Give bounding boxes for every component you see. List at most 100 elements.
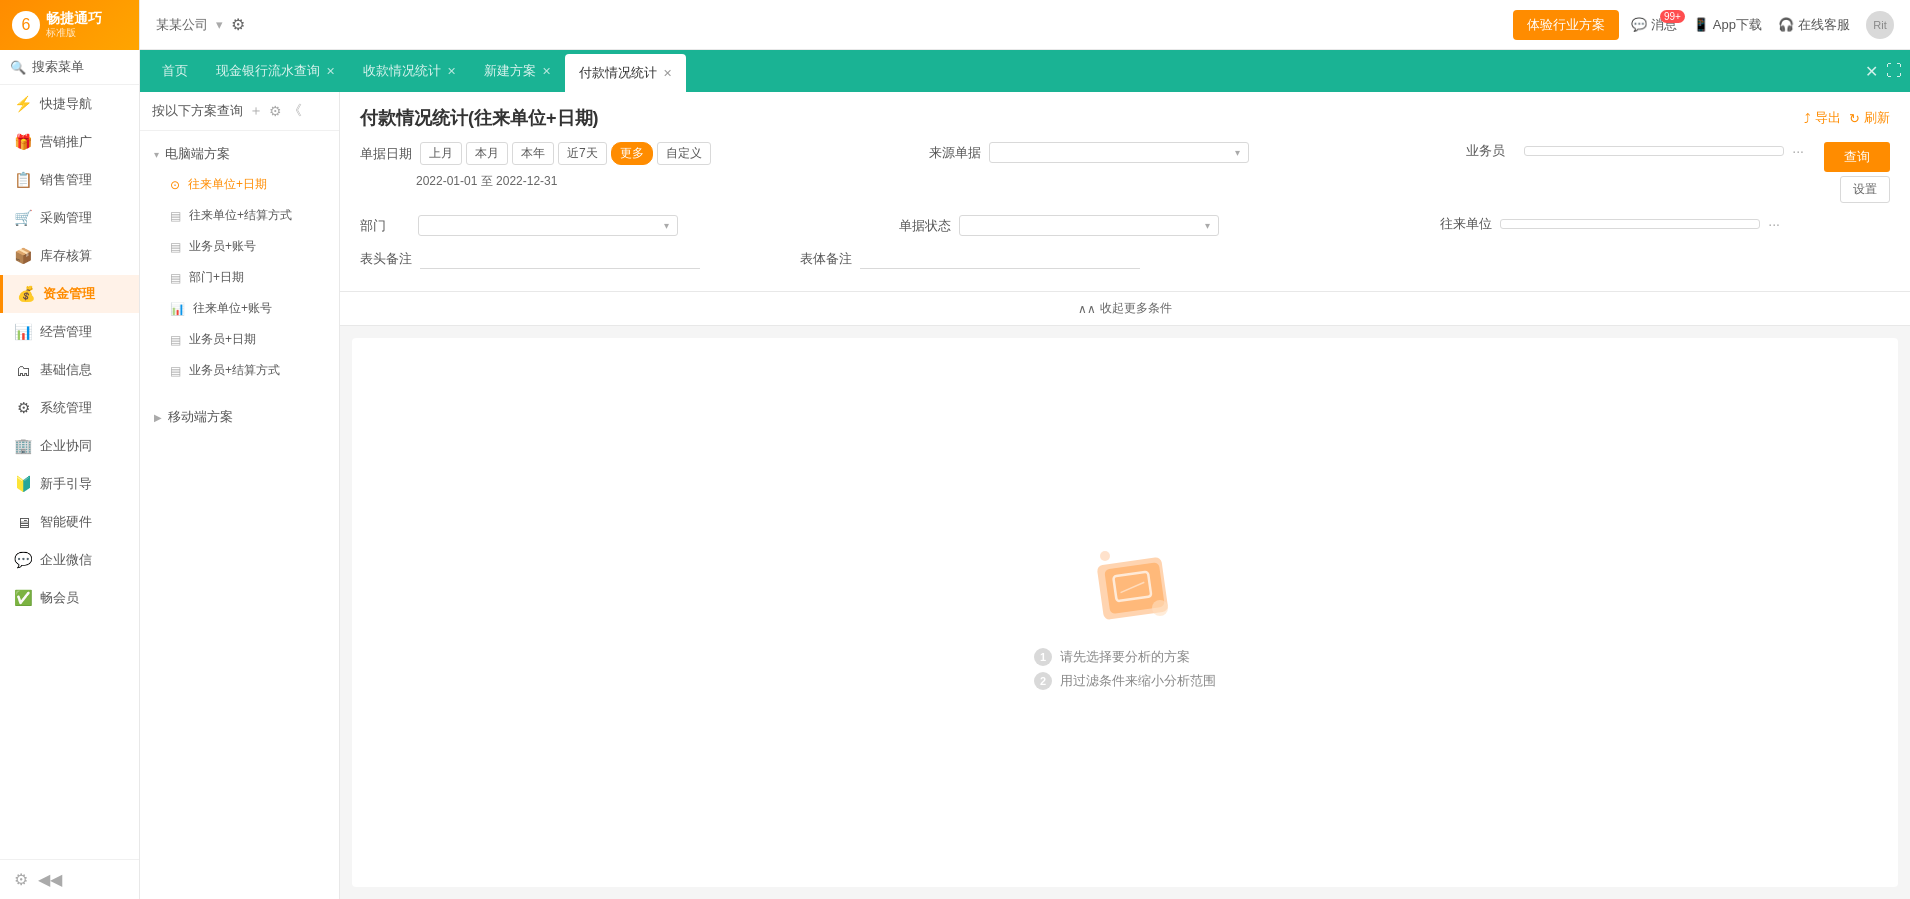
collapse-panel-icon[interactable]: 《 (288, 102, 302, 120)
dropdown-arrow-icon[interactable]: ▾ (216, 17, 223, 32)
refresh-btn[interactable]: ↻ 刷新 (1849, 109, 1890, 127)
phone-icon: 📱 (1693, 17, 1709, 32)
system-icon: ⚙ (14, 399, 32, 417)
purchase-icon: 🛒 (14, 209, 32, 227)
settings-gear-icon[interactable]: ⚙ (14, 870, 28, 889)
sidebar-item-guide[interactable]: 🔰 新手引导 (0, 465, 139, 503)
dept-label: 部门 (360, 217, 410, 235)
corp-icon: 🏢 (14, 437, 32, 455)
app-download[interactable]: 📱 App下载 (1693, 16, 1762, 34)
close-tab-icon[interactable]: ✕ (1865, 62, 1878, 81)
sidebar-item-label: 企业微信 (40, 551, 92, 569)
finance-icon: 💰 (17, 285, 35, 303)
date-label: 单据日期 (360, 145, 412, 163)
scheme-item-salesperson-date[interactable]: ▤ 业务员+日期 (140, 324, 339, 355)
collapse-conditions-btn[interactable]: ∧∧ 收起更多条件 (1078, 300, 1172, 317)
sidebar-nav: ⚡ 快捷导航 🎁 营销推广 📋 销售管理 🛒 采购管理 📦 库存核算 💰 资金管… (0, 85, 139, 859)
sidebar-item-base[interactable]: 🗂 基础信息 (0, 351, 139, 389)
tab-payment[interactable]: 付款情况统计 ✕ (565, 54, 686, 92)
online-service-label: 在线客服 (1798, 16, 1850, 34)
scheme-header: 按以下方案查询 ＋ ⚙ 《 (140, 92, 339, 131)
tab-home[interactable]: 首页 (148, 50, 202, 92)
sidebar-item-quick-nav[interactable]: ⚡ 快捷导航 (0, 85, 139, 123)
more-btn[interactable]: 更多 (611, 142, 653, 165)
sidebar-item-vip[interactable]: ✅ 畅会员 (0, 579, 139, 617)
source-label: 来源单据 (929, 144, 981, 162)
date-range-text: 2022-01-01 至 2022-12-31 (416, 173, 557, 190)
this-month-btn[interactable]: 本月 (466, 142, 508, 165)
scheme-label: 业务员+结算方式 (189, 362, 280, 379)
sidebar-item-weixin[interactable]: 💬 企业微信 (0, 541, 139, 579)
scheme-active-icon: ⊙ (170, 178, 180, 192)
group-arrow-icon: ▾ (154, 149, 159, 160)
tab-receipt-close-icon[interactable]: ✕ (447, 65, 456, 78)
sidebar-item-system[interactable]: ⚙ 系统管理 (0, 389, 139, 427)
mobile-group-toggle[interactable]: ▶ 移动端方案 (140, 402, 339, 432)
collapse-bar: ∧∧ 收起更多条件 (340, 292, 1910, 326)
salesperson-select[interactable] (1524, 146, 1784, 156)
source-dropdown-icon: ▾ (1235, 147, 1240, 158)
tab-new-scheme-close-icon[interactable]: ✕ (542, 65, 551, 78)
avatar[interactable]: Rit (1866, 11, 1894, 39)
last-7days-btn[interactable]: 近7天 (558, 142, 607, 165)
right-panel: 付款情况统计(往来单位+日期) ⤴ 导出 ↻ 刷新 (340, 92, 1910, 899)
tab-bank-close-icon[interactable]: ✕ (326, 65, 335, 78)
query-btn[interactable]: 查询 (1824, 142, 1890, 172)
sidebar-item-label: 经营管理 (40, 323, 92, 341)
scheme-item-partner-date[interactable]: ⊙ 往来单位+日期 (140, 169, 339, 200)
topbar-gear-icon[interactable]: ⚙ (231, 15, 245, 34)
maximize-icon[interactable]: ⛶ (1886, 62, 1902, 80)
tab-new-scheme[interactable]: 新建方案 ✕ (470, 50, 565, 92)
sidebar-item-operation[interactable]: 📊 经营管理 (0, 313, 139, 351)
collapse-sidebar-icon[interactable]: ◀◀ (38, 870, 62, 889)
setting-btn[interactable]: 设置 (1840, 176, 1890, 203)
scheme-item-salesperson-settle[interactable]: ▤ 业务员+结算方式 (140, 355, 339, 386)
sidebar-item-sales[interactable]: 📋 销售管理 (0, 161, 139, 199)
last-month-btn[interactable]: 上月 (420, 142, 462, 165)
sidebar-item-label: 营销推广 (40, 133, 92, 151)
svg-point-5 (1100, 551, 1110, 561)
desktop-group-toggle[interactable]: ▾ 电脑端方案 (140, 139, 339, 169)
salesperson-more-icon[interactable]: ··· (1792, 143, 1804, 159)
sidebar-item-inventory[interactable]: 📦 库存核算 (0, 237, 139, 275)
tab-bank[interactable]: 现金银行流水查询 ✕ (202, 50, 349, 92)
sidebar-item-hardware[interactable]: 🖥 智能硬件 (0, 503, 139, 541)
scheme-label: 往来单位+结算方式 (189, 207, 292, 224)
sidebar-item-purchase[interactable]: 🛒 采购管理 (0, 199, 139, 237)
sidebar-item-finance[interactable]: 💰 资金管理 (0, 275, 139, 313)
scheme-settings-icon[interactable]: ⚙ (269, 103, 282, 119)
header-note-label: 表头备注 (360, 250, 412, 268)
hint-num-2: 2 (1034, 672, 1052, 690)
source-select[interactable]: ▾ (989, 142, 1249, 163)
tab-new-scheme-label: 新建方案 (484, 62, 536, 80)
scheme-item-salesperson-account[interactable]: ▤ 业务员+账号 (140, 231, 339, 262)
partner-more-icon[interactable]: ··· (1768, 216, 1780, 232)
sidebar: 6 畅捷通巧 标准版 🔍 搜索菜单 ⚡ 快捷导航 🎁 营销推广 📋 销售管理 🛒… (0, 0, 140, 899)
tab-payment-close-icon[interactable]: ✕ (663, 67, 672, 80)
partner-select[interactable] (1500, 219, 1760, 229)
sidebar-item-label: 资金管理 (43, 285, 95, 303)
tab-receipt[interactable]: 收款情况统计 ✕ (349, 50, 470, 92)
trial-btn[interactable]: 体验行业方案 (1513, 10, 1619, 40)
sidebar-item-marketing[interactable]: 🎁 营销推广 (0, 123, 139, 161)
sidebar-item-label: 企业协同 (40, 437, 92, 455)
online-service[interactable]: 🎧 在线客服 (1778, 16, 1850, 34)
scheme-item-partner-settle[interactable]: ▤ 往来单位+结算方式 (140, 200, 339, 231)
sidebar-item-corp[interactable]: 🏢 企业协同 (0, 427, 139, 465)
header-note-input[interactable] (420, 248, 700, 269)
body-note-input[interactable] (860, 248, 1140, 269)
export-btn[interactable]: ⤴ 导出 (1804, 109, 1841, 127)
scheme-item-partner-account[interactable]: 📊 往来单位+账号 (140, 293, 339, 324)
filter-bar: 付款情况统计(往来单位+日期) ⤴ 导出 ↻ 刷新 (340, 92, 1910, 292)
dept-select[interactable]: ▾ (418, 215, 678, 236)
scheme-icon: ▤ (170, 364, 181, 378)
doc-status-select[interactable]: ▾ (959, 215, 1219, 236)
this-year-btn[interactable]: 本年 (512, 142, 554, 165)
custom-btn[interactable]: 自定义 (657, 142, 711, 165)
filter-actions: ⤴ 导出 ↻ 刷新 (1804, 109, 1890, 127)
empty-hint-1: 1 请先选择要分析的方案 (1034, 648, 1216, 666)
search-menu[interactable]: 🔍 搜索菜单 (0, 50, 139, 85)
scheme-item-dept-date[interactable]: ▤ 部门+日期 (140, 262, 339, 293)
message-badge[interactable]: 💬 消息 99+ (1631, 16, 1677, 34)
add-scheme-icon[interactable]: ＋ (249, 102, 263, 120)
